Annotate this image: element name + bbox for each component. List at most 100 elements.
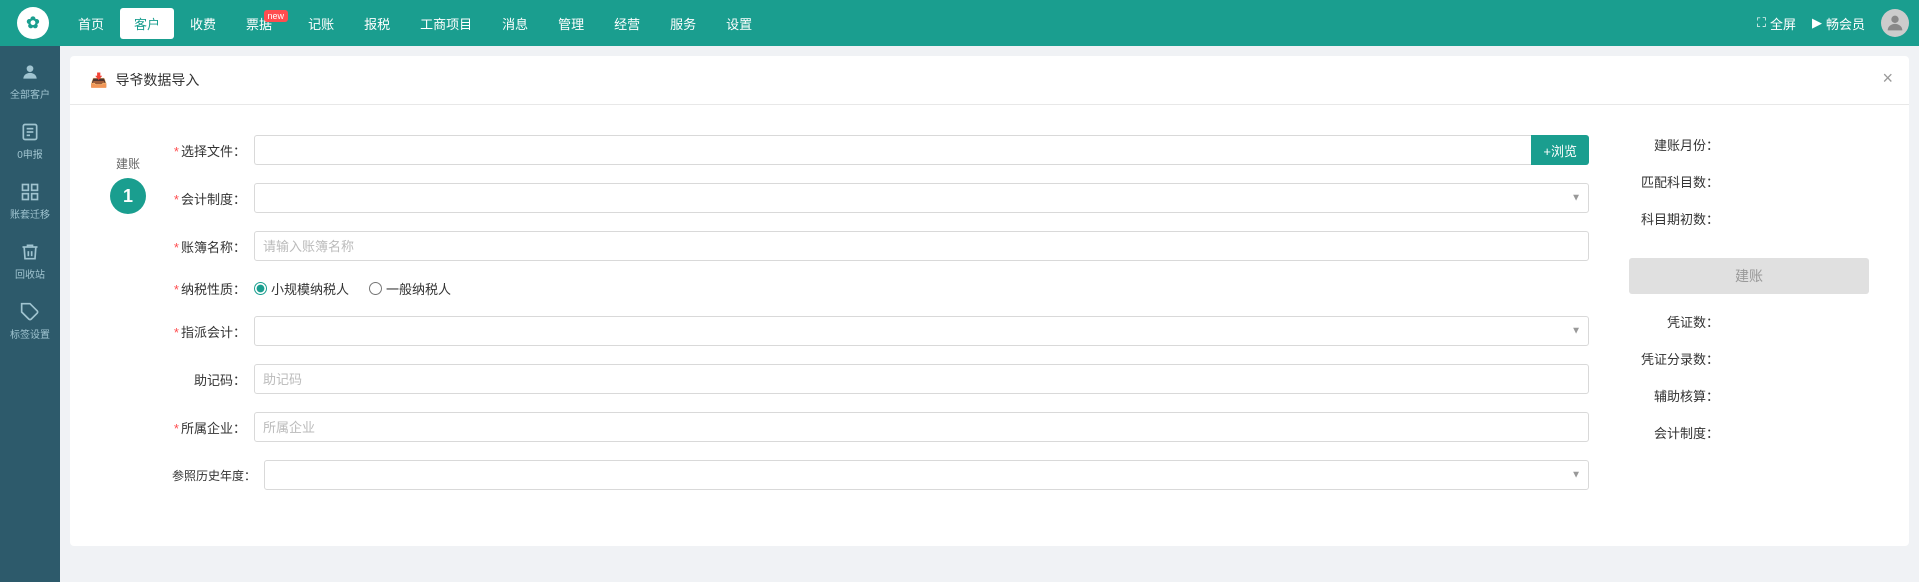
required-star-3: * [174,240,179,255]
account-name-row: *账簿名称： [166,231,1589,261]
file-input-group: +浏览 [254,135,1589,165]
recycle-icon [20,242,40,267]
radio-small-input[interactable] [254,282,267,295]
invoice-badge: new [264,10,289,22]
select-file-row: *选择文件： +浏览 [166,135,1589,165]
nav-item-home[interactable]: 首页 [64,8,118,39]
create-account-btn-row: 建账 [1629,248,1869,294]
info-aux-calc-label: 辅助核算： [1629,386,1719,405]
step-circle: 1 [110,178,146,214]
panel-title: 导爷数据导入 [115,70,199,90]
nav-items: 首页 客户 收费 票据 new 记账 报税 工商项目 消息 管理 经营 服务 设… [64,8,1757,39]
nav-item-tax[interactable]: 报税 [350,8,404,39]
nav-item-settings[interactable]: 设置 [712,8,766,39]
main-layout: 全部客户 0申报 账套迁移 回收站 标签设置 [0,46,1919,582]
sidebar-item-account-migrate[interactable]: 账套迁移 [0,174,60,230]
tax-type-label: *纳税性质： [166,279,246,298]
required-star: * [174,144,179,159]
form-fields: *选择文件： +浏览 *会计制度： [166,135,1589,508]
nav-item-industry[interactable]: 工商项目 [406,8,486,39]
sidebar: 全部客户 0申报 账套迁移 回收站 标签设置 [0,46,60,582]
assign-accountant-select[interactable] [254,316,1589,346]
sidebar-label-declare: 0申报 [17,150,43,162]
member-btn[interactable]: ▶ 畅会员 [1812,14,1865,33]
nav-item-invoice[interactable]: 票据 new [232,8,292,39]
accounting-system-select-wrapper: ▼ [254,183,1589,213]
tax-type-radio-group: 小规模纳税人 一般纳税人 [254,279,451,298]
select-file-label: *选择文件： [166,141,246,160]
sidebar-label-all-customers: 全部客户 [10,90,50,102]
required-star-6: * [174,421,179,436]
info-match-label: 匹配科目数： [1629,172,1719,191]
required-star-5: * [174,325,179,340]
info-aux-calc-row: 辅助核算： [1629,386,1869,405]
info-month-row: 建账月份： [1629,135,1869,154]
info-match-row: 匹配科目数： [1629,172,1869,191]
history-year-row: 参照历史年度： ▼ [166,460,1589,490]
company-label: *所属企业： [166,418,246,437]
user-avatar[interactable] [1881,9,1909,37]
nav-item-ledger[interactable]: 记账 [294,8,348,39]
panel-title-icon: 📥 [90,72,107,89]
form-section: 建账 1 *选择文件： +浏览 [110,135,1589,508]
app-logo: ✿ [10,0,56,46]
company-input[interactable] [254,412,1589,442]
assign-accountant-label: *指派会计： [166,322,246,341]
nav-item-customer[interactable]: 客户 [120,8,174,39]
logo-icon: ✿ [17,7,49,39]
info-voucher-entries-row: 凭证分录数： [1629,349,1869,368]
nav-item-billing[interactable]: 收费 [176,8,230,39]
member-label: 畅会员 [1826,14,1865,33]
radio-general-label: 一般纳税人 [386,279,451,298]
assign-accountant-select-wrapper: ▼ [254,316,1589,346]
video-icon: ▶ [1812,15,1822,31]
info-voucher-entries-label: 凭证分录数： [1629,349,1719,368]
account-name-input[interactable] [254,231,1589,261]
nav-right: ⛶ 全屏 ▶ 畅会员 [1757,9,1909,37]
info-section: 建账月份： 匹配科目数： 科目期初数： 建账 [1629,135,1869,508]
info-period-init-label: 科目期初数： [1629,209,1719,228]
tag-settings-icon [20,302,40,327]
radio-general-input[interactable] [369,282,382,295]
nav-item-manage[interactable]: 管理 [544,8,598,39]
account-migrate-icon [20,182,40,207]
sidebar-label-recycle: 回收站 [15,270,45,282]
memo-label: 助记码： [166,370,246,389]
browse-button[interactable]: +浏览 [1531,135,1589,165]
nav-item-operation[interactable]: 经营 [600,8,654,39]
sidebar-item-tag-settings[interactable]: 标签设置 [0,294,60,350]
info-accounting-sys-label: 会计制度： [1629,423,1719,442]
company-row: *所属企业： [166,412,1589,442]
history-year-select[interactable] [264,460,1589,490]
panel-close-btn[interactable]: × [1882,68,1893,89]
step-label: 建账 [116,155,140,172]
info-period-init-row: 科目期初数： [1629,209,1869,228]
info-accounting-sys-row: 会计制度： [1629,423,1869,442]
step-indicator: 建账 1 [110,135,146,508]
main-panel: 📥 导爷数据导入 × 建账 1 [70,56,1909,546]
file-input[interactable] [254,135,1531,165]
account-name-label: *账簿名称： [166,237,246,256]
memo-input[interactable] [254,364,1589,394]
top-nav: ✿ 首页 客户 收费 票据 new 记账 报税 工商项目 消息 管理 经营 服务… [0,0,1919,46]
nav-item-service[interactable]: 服务 [656,8,710,39]
create-account-button[interactable]: 建账 [1629,258,1869,294]
accounting-system-label: *会计制度： [166,189,246,208]
accounting-system-select[interactable] [254,183,1589,213]
panel-body: 建账 1 *选择文件： +浏览 [70,105,1909,538]
fullscreen-icon: ⛶ [1757,15,1766,31]
accounting-system-row: *会计制度： ▼ [166,183,1589,213]
panel-header: 📥 导爷数据导入 × [70,56,1909,105]
required-star-2: * [174,192,179,207]
radio-small-taxpayer[interactable]: 小规模纳税人 [254,279,349,298]
memo-row: 助记码： [166,364,1589,394]
sidebar-item-declare[interactable]: 0申报 [0,114,60,170]
nav-item-message[interactable]: 消息 [488,8,542,39]
fullscreen-btn[interactable]: ⛶ 全屏 [1757,14,1796,33]
assign-accountant-row: *指派会计： ▼ [166,316,1589,346]
radio-general-taxpayer[interactable]: 一般纳税人 [369,279,451,298]
fullscreen-label: 全屏 [1770,14,1796,33]
sidebar-item-recycle[interactable]: 回收站 [0,234,60,290]
all-customers-icon [20,62,40,87]
sidebar-item-all-customers[interactable]: 全部客户 [0,54,60,110]
